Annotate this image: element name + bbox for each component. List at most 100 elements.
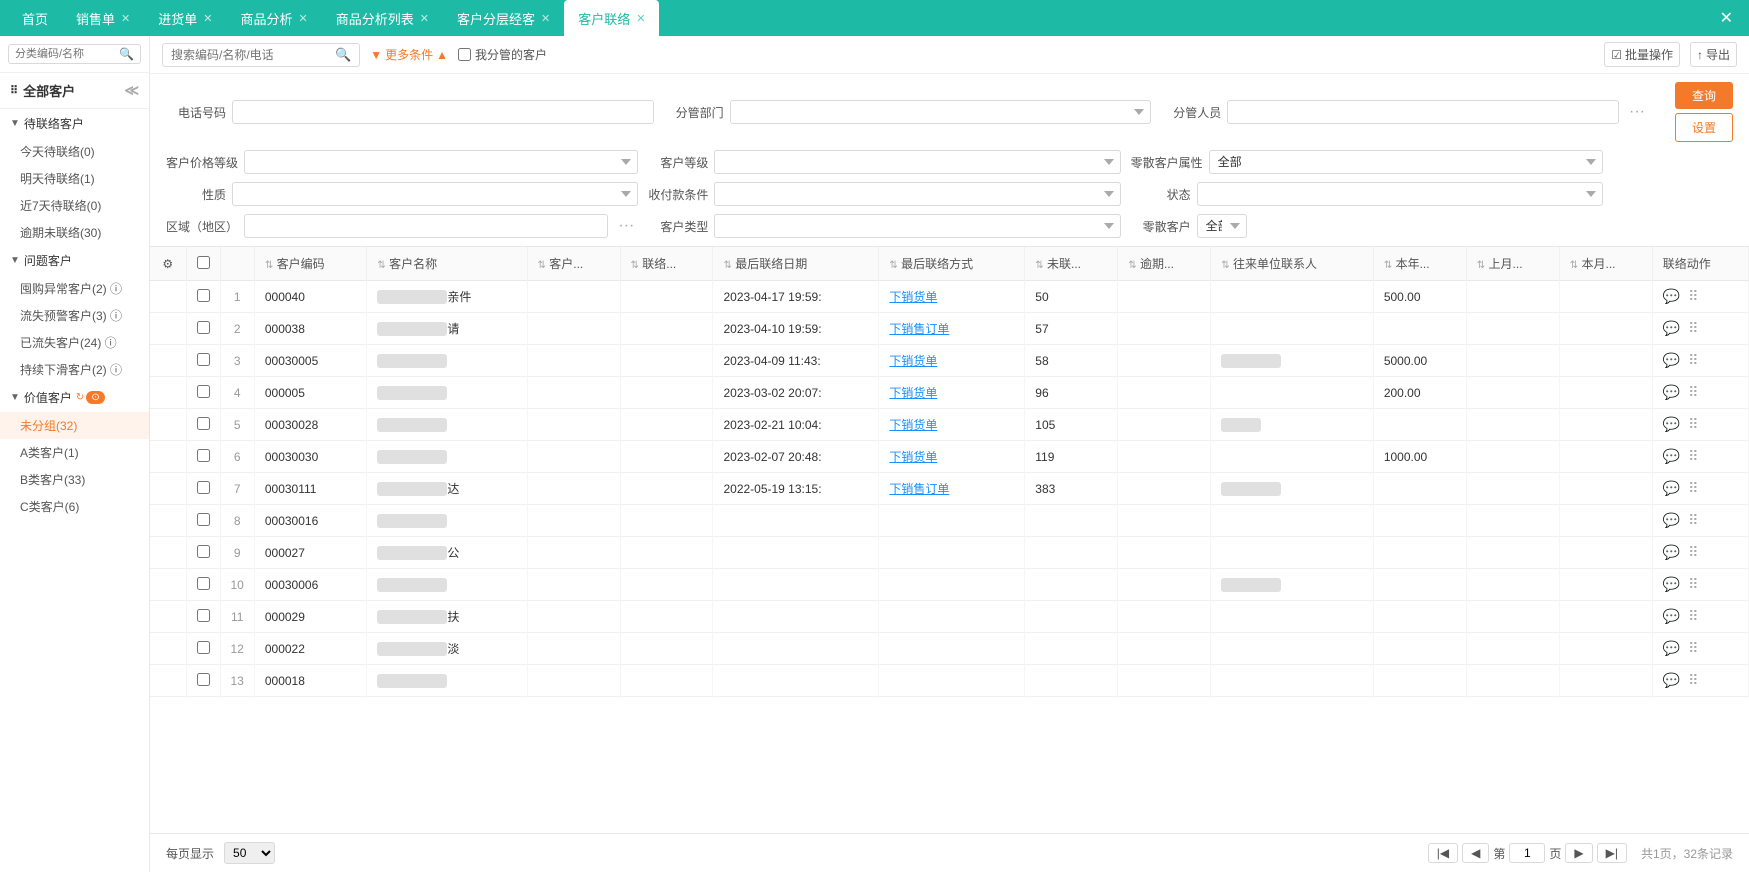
row-checkbox[interactable] [197, 353, 210, 366]
sidebar-item-class-a[interactable]: A类客户(1) [0, 439, 149, 466]
manager-input[interactable] [1227, 100, 1619, 124]
contact-phone-icon[interactable]: 💬 [1663, 608, 1680, 625]
filter-search-input[interactable] [171, 48, 331, 62]
close-purchase-icon[interactable]: ✕ [203, 12, 212, 25]
sidebar-section-value[interactable]: ▼ 价值客户 ↻ ⊙ [0, 383, 149, 412]
phone-input[interactable] [232, 100, 654, 124]
next-page-btn[interactable]: ▶ [1565, 843, 1592, 863]
sidebar-item-ungroup[interactable]: 未分组(32) [0, 412, 149, 439]
row-checkbox[interactable] [197, 289, 210, 302]
sidebar-item-overdue[interactable]: 逾期未联络(30) [0, 219, 149, 246]
retail-select[interactable]: 全部 [1197, 214, 1247, 238]
value-refresh-icon[interactable]: ↻ [76, 392, 84, 403]
more-action-icon[interactable]: ⠿ [1688, 576, 1698, 593]
contact-phone-icon[interactable]: 💬 [1663, 480, 1680, 497]
row-checkbox[interactable] [197, 577, 210, 590]
more-action-icon[interactable]: ⠿ [1688, 544, 1698, 561]
nature-select[interactable] [232, 182, 638, 206]
batch-operations-btn[interactable]: ☑ 批量操作 [1604, 42, 1680, 67]
row-checkbox[interactable] [197, 385, 210, 398]
contact-phone-icon[interactable]: 💬 [1663, 512, 1680, 529]
tab-customer-contact[interactable]: 客户联络 ✕ [564, 0, 659, 36]
more-action-icon[interactable]: ⠿ [1688, 512, 1698, 529]
more-action-icon[interactable]: ⠿ [1688, 672, 1698, 689]
tab-home[interactable]: 首页 [8, 0, 62, 36]
sidebar-item-declining[interactable]: 持续下滑客户(2) ⓘ [0, 356, 149, 383]
row-checkbox[interactable] [197, 641, 210, 654]
row-method-link[interactable]: 下销货单 [889, 418, 937, 432]
first-page-btn[interactable]: |◀ [1428, 843, 1458, 863]
more-action-icon[interactable]: ⠿ [1688, 640, 1698, 657]
tab-purchase[interactable]: 进货单 ✕ [144, 0, 226, 36]
contact-phone-icon[interactable]: 💬 [1663, 384, 1680, 401]
sidebar-item-class-b[interactable]: B类客户(33) [0, 466, 149, 493]
contact-phone-icon[interactable]: 💬 [1663, 448, 1680, 465]
sidebar-item-tomorrow[interactable]: 明天待联络(1) [0, 165, 149, 192]
sidebar-item-7days[interactable]: 近7天待联络(0) [0, 192, 149, 219]
more-action-icon[interactable]: ⠿ [1688, 320, 1698, 337]
col-checkbox[interactable] [186, 247, 220, 281]
customer-type-select[interactable] [714, 214, 1120, 238]
price-level-select[interactable] [244, 150, 638, 174]
more-action-icon[interactable]: ⠿ [1688, 288, 1698, 305]
window-close-icon[interactable]: ✕ [1712, 8, 1741, 28]
row-method-link[interactable]: 下销售订单 [889, 482, 949, 496]
more-action-icon[interactable]: ⠿ [1688, 384, 1698, 401]
row-method-link[interactable]: 下销售订单 [889, 322, 949, 336]
row-checkbox[interactable] [197, 449, 210, 462]
more-action-icon[interactable]: ⠿ [1688, 480, 1698, 497]
close-product-analysis-icon[interactable]: ✕ [299, 12, 308, 25]
contact-phone-icon[interactable]: 💬 [1663, 672, 1680, 689]
region-input[interactable] [244, 214, 608, 238]
col-overdue[interactable]: ⇅ 逾期... [1118, 247, 1211, 281]
payment-select[interactable] [714, 182, 1120, 206]
close-customer-tier-icon[interactable]: ✕ [541, 12, 550, 25]
tab-product-list[interactable]: 商品分析列表 ✕ [322, 0, 443, 36]
sidebar-section-pending[interactable]: ▼ 待联络客户 [0, 109, 149, 138]
sidebar-section-problem[interactable]: ▼ 问题客户 [0, 246, 149, 275]
more-action-icon[interactable]: ⠿ [1688, 608, 1698, 625]
row-method-link[interactable]: 下销货单 [889, 354, 937, 368]
dept-select[interactable] [730, 100, 1152, 124]
row-checkbox[interactable] [197, 481, 210, 494]
query-button[interactable]: 查询 [1675, 82, 1733, 109]
col-last-month[interactable]: ⇅ 上月... [1466, 247, 1559, 281]
manager-dots-icon[interactable]: ··· [1625, 103, 1649, 121]
col-name[interactable]: ⇅ 客户名称 [367, 247, 527, 281]
col-this-month[interactable]: ⇅ 本月... [1559, 247, 1652, 281]
row-checkbox[interactable] [197, 321, 210, 334]
region-dots-icon[interactable]: ··· [614, 217, 638, 235]
sidebar-all-customers[interactable]: ⠿ 全部客户 ≪ [0, 73, 149, 109]
sidebar-item-churn-warning[interactable]: 流失预警客户(3) ⓘ [0, 302, 149, 329]
export-btn[interactable]: ↑ 导出 [1690, 42, 1737, 67]
close-sales-icon[interactable]: ✕ [121, 12, 130, 25]
close-customer-contact-icon[interactable]: ✕ [636, 12, 645, 25]
col-contact[interactable]: ⇅ 联络... [620, 247, 713, 281]
more-action-icon[interactable]: ⠿ [1688, 416, 1698, 433]
col-no-contact[interactable]: ⇅ 未联... [1025, 247, 1118, 281]
retail-attr-select[interactable]: 全部 [1209, 150, 1603, 174]
col-type[interactable]: ⇅ 客户... [527, 247, 620, 281]
contact-phone-icon[interactable]: 💬 [1663, 544, 1680, 561]
close-product-list-icon[interactable]: ✕ [420, 12, 429, 25]
col-this-year[interactable]: ⇅ 本年... [1373, 247, 1466, 281]
page-number-input[interactable] [1509, 843, 1545, 863]
col-last-method[interactable]: ⇅ 最后联络方式 [879, 247, 1025, 281]
customer-level-select[interactable] [714, 150, 1120, 174]
tab-customer-tier[interactable]: 客户分层经客 ✕ [443, 0, 564, 36]
tab-product-analysis[interactable]: 商品分析 ✕ [226, 0, 321, 36]
col-code[interactable]: ⇅ 客户编码 [254, 247, 366, 281]
contact-phone-icon[interactable]: 💬 [1663, 576, 1680, 593]
my-customers-checkbox[interactable] [458, 48, 471, 61]
tab-sales[interactable]: 销售单 ✕ [62, 0, 144, 36]
row-method-link[interactable]: 下销货单 [889, 450, 937, 464]
sidebar-collapse-icon[interactable]: ≪ [124, 82, 139, 99]
select-all-checkbox[interactable] [197, 256, 210, 269]
more-action-icon[interactable]: ⠿ [1688, 352, 1698, 369]
sidebar-item-today[interactable]: 今天待联络(0) [0, 138, 149, 165]
col-settings[interactable]: ⚙ [150, 247, 186, 281]
contact-phone-icon[interactable]: 💬 [1663, 416, 1680, 433]
sidebar-item-hoarding[interactable]: 囤购异常客户(2) ⓘ [0, 275, 149, 302]
per-page-select[interactable]: 50 100 [224, 842, 275, 864]
contact-phone-icon[interactable]: 💬 [1663, 640, 1680, 657]
